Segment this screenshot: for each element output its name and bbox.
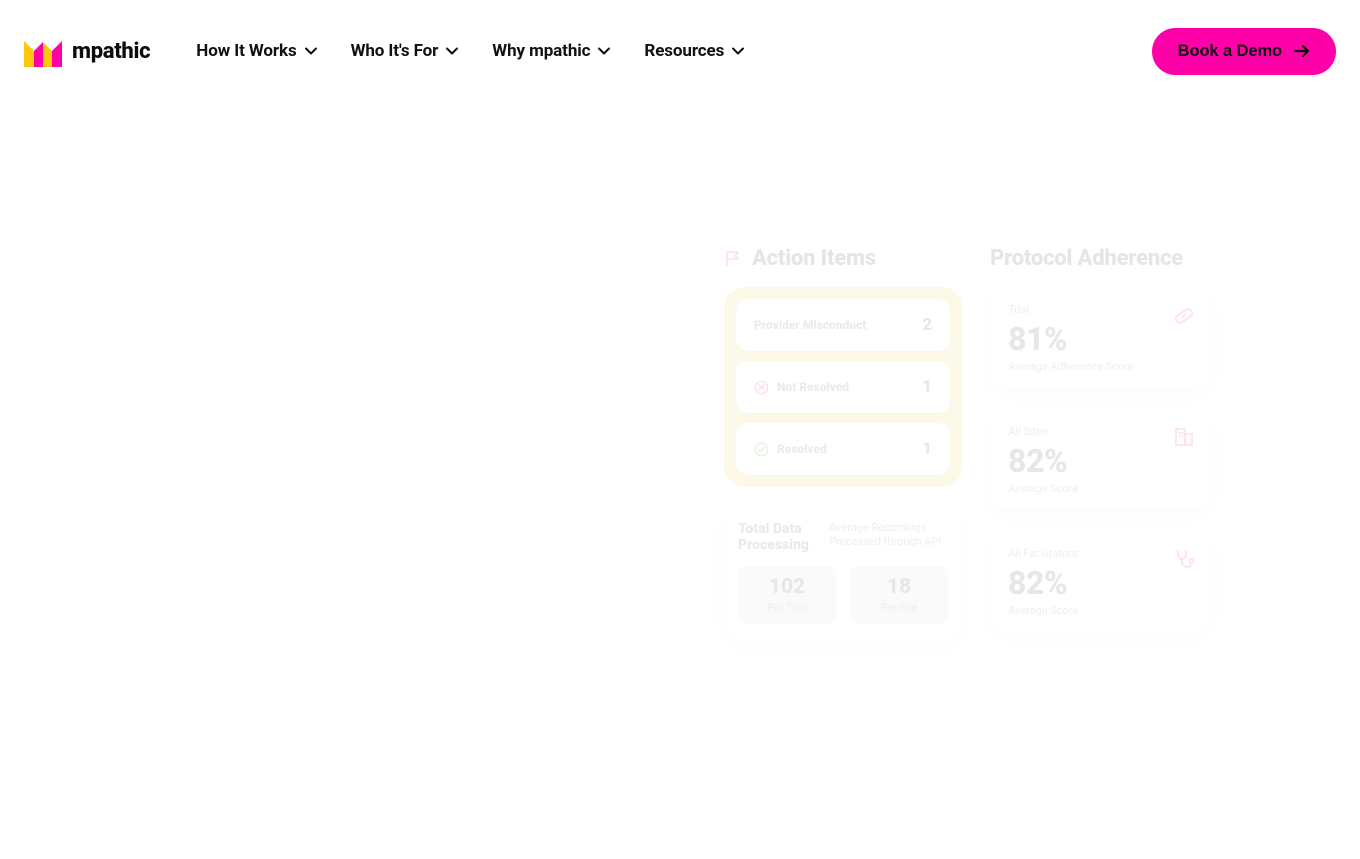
protocol-card-pct: 82% — [1008, 564, 1194, 602]
nav-item-label: Why mpathic — [492, 41, 590, 61]
protocol-card-small: All Facilitators — [1008, 547, 1194, 560]
nav-resources[interactable]: Resources — [644, 41, 744, 61]
nav-item-label: Resources — [644, 41, 724, 61]
action-items-card: Provider Misconduct 2 Not Resolved 1 — [724, 287, 962, 487]
protocol-card-sites: All Sites 82% Average Score — [990, 409, 1212, 509]
protocol-card-small: All Sites — [1008, 425, 1194, 438]
action-item-row: Provider Misconduct 2 — [736, 299, 950, 351]
protocol-adherence-title: Protocol Adherence — [990, 246, 1183, 271]
action-item-count: 1 — [922, 439, 932, 459]
action-items-column: Action Items Provider Misconduct 2 Not R… — [724, 246, 962, 653]
tdp-stat-per-trial: 102 Per Trial — [738, 565, 836, 624]
total-data-processing-card: Total Data Processing Average Recordings… — [724, 507, 962, 640]
brand-logo[interactable]: mpathic — [24, 35, 150, 67]
logo-mark-icon — [24, 35, 62, 67]
action-item-label: Provider Misconduct — [754, 318, 866, 332]
action-items-title: Action Items — [752, 246, 876, 271]
action-item-count: 1 — [922, 377, 932, 397]
building-icon — [1172, 425, 1196, 449]
action-item-label: Resolved — [777, 442, 827, 456]
brand-name: mpathic — [72, 39, 150, 64]
pill-icon — [1172, 303, 1196, 327]
cta-label: Book a Demo — [1178, 42, 1282, 61]
chevron-down-icon — [446, 45, 458, 57]
action-item-count: 2 — [922, 315, 932, 335]
protocol-card-sub: Average Score — [1008, 604, 1194, 617]
chevron-down-icon — [598, 45, 610, 57]
protocol-card-sub: Average Score — [1008, 482, 1194, 495]
action-item-label: Not Resolved — [777, 380, 849, 394]
tdp-title: Total Data Processing — [738, 521, 815, 553]
resolved-icon — [754, 442, 769, 457]
nav-who-its-for[interactable]: Who It's For — [351, 41, 459, 61]
nav-how-it-works[interactable]: How It Works — [196, 41, 316, 61]
primary-nav: How It Works Who It's For Why mpathic Re… — [196, 41, 744, 61]
protocol-card-pct: 81% — [1008, 320, 1194, 358]
tdp-stat-value: 18 — [887, 575, 911, 599]
tdp-subtitle: Average Recordings Processed through API — [829, 521, 948, 549]
arrow-right-icon — [1294, 44, 1310, 58]
tdp-stat-label: Per Trial — [767, 601, 807, 614]
not-resolved-icon — [754, 380, 769, 395]
protocol-adherence-column: Protocol Adherence Trial 81% Average Adh… — [990, 246, 1212, 653]
nav-item-label: How It Works — [196, 41, 296, 61]
action-item-row: Not Resolved 1 — [736, 361, 950, 413]
protocol-card-sub: Average Adherence Score — [1008, 360, 1194, 373]
chevron-down-icon — [732, 45, 744, 57]
tdp-stat-value: 102 — [769, 575, 805, 599]
nav-item-label: Who It's For — [351, 41, 439, 61]
site-header: mpathic How It Works Who It's For Why mp… — [0, 0, 1360, 80]
stethoscope-icon — [1172, 547, 1196, 571]
book-demo-button[interactable]: Book a Demo — [1152, 28, 1336, 75]
header-left: mpathic How It Works Who It's For Why mp… — [24, 35, 744, 67]
protocol-card-facilitators: All Facilitators 82% Average Score — [990, 531, 1212, 631]
flag-icon — [724, 250, 742, 268]
chevron-down-icon — [305, 45, 317, 57]
tdp-stat-label: Per Site — [880, 601, 918, 614]
tdp-stat-per-site: 18 Per Site — [850, 565, 948, 624]
protocol-card-trial: Trial 81% Average Adherence Score — [990, 287, 1212, 387]
action-item-row: Resolved 1 — [736, 423, 950, 475]
dashboard-preview: Action Items Provider Misconduct 2 Not R… — [724, 246, 1220, 653]
protocol-card-small: Trial — [1008, 303, 1194, 316]
protocol-card-pct: 82% — [1008, 442, 1194, 480]
nav-why-mpathic[interactable]: Why mpathic — [492, 41, 610, 61]
